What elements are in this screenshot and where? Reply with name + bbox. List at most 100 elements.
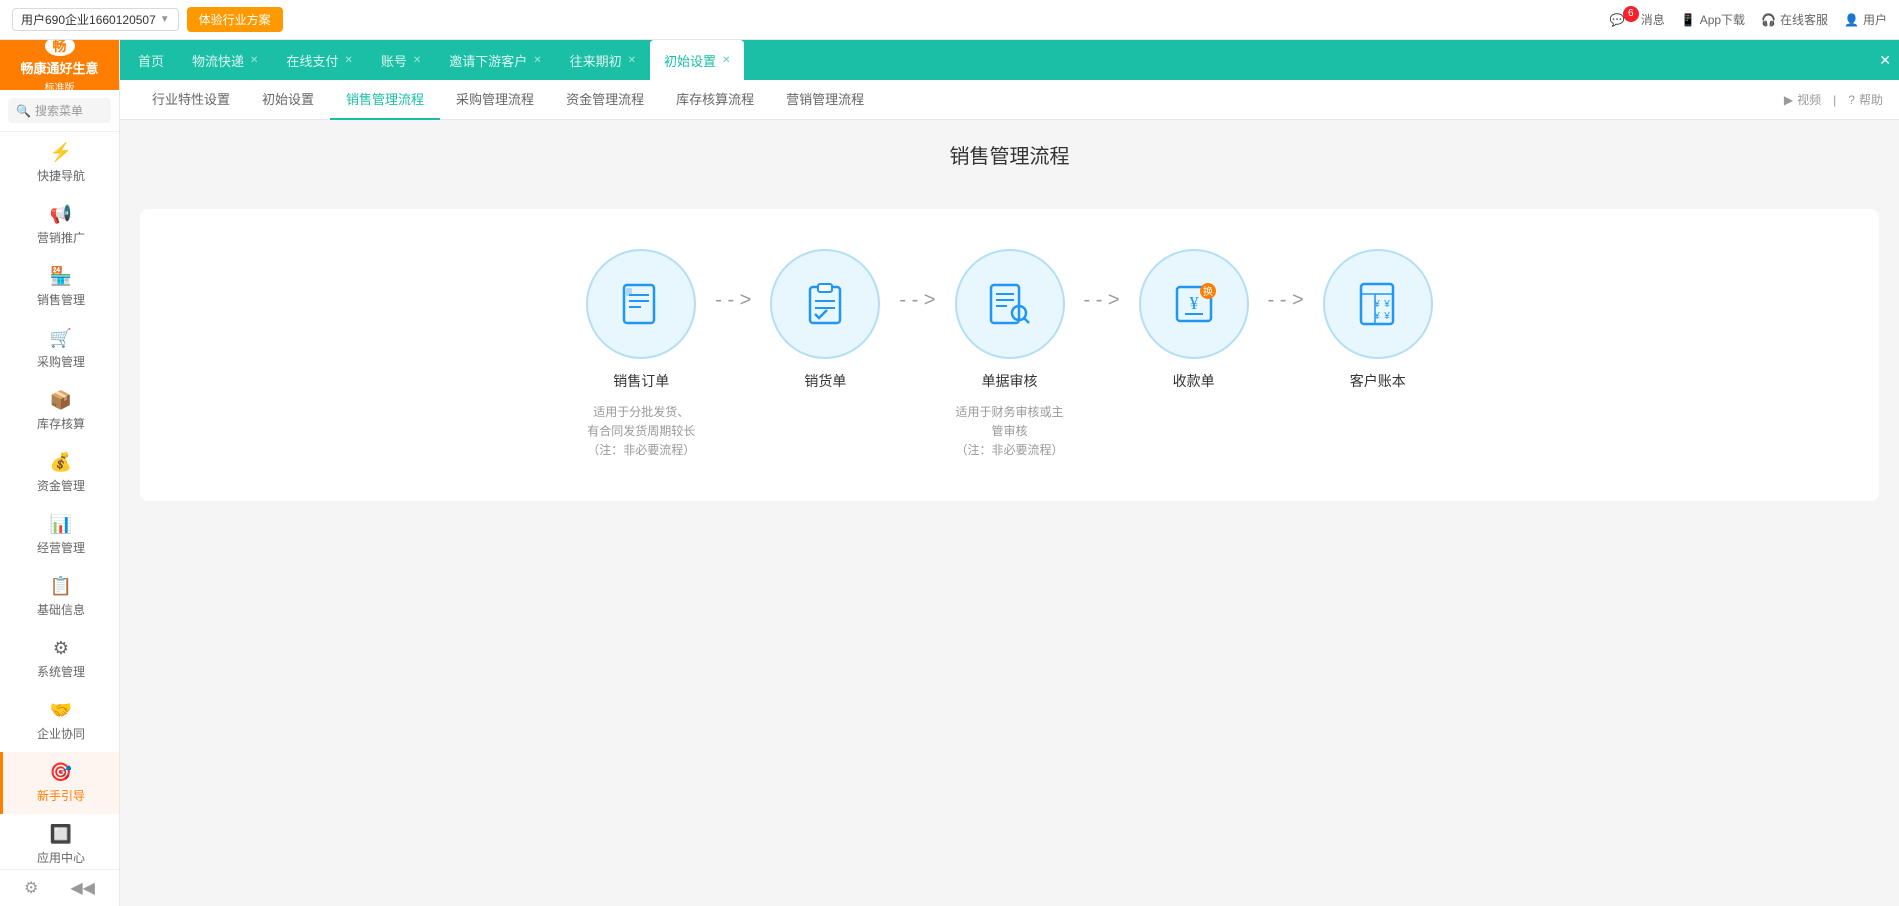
sub-tab-label: 销售管理流程: [346, 89, 424, 108]
help-icon: ?: [1848, 93, 1855, 107]
sidebar-item-sales-mgmt[interactable]: 🏪 销售管理: [0, 256, 119, 318]
sidebar-icon-ops-mgmt: 📊: [50, 514, 72, 535]
nav-tab-账号[interactable]: 账号 ✕: [367, 40, 435, 80]
app-download-item[interactable]: 📱 App下载: [1681, 11, 1745, 28]
sidebar-item-basic-info[interactable]: 📋 基础信息: [0, 566, 119, 628]
sub-tab-行业特性设置[interactable]: 行业特性设置: [136, 80, 246, 120]
user-selector[interactable]: 用户690企业1660120507 ▼: [12, 8, 179, 31]
sidebar-item-app-center[interactable]: 🔲 应用中心: [0, 814, 119, 869]
flow-circle-customer-ledger[interactable]: ¥ ¥ ¥ ¥: [1323, 249, 1433, 359]
sidebar-item-inventory[interactable]: 📦 库存核算: [0, 380, 119, 442]
nav-tab-物流快递[interactable]: 物流快递 ✕: [178, 40, 272, 80]
flow-circle-doc-review[interactable]: [955, 249, 1065, 359]
arrow-icon: - - >: [1084, 289, 1120, 312]
sidebar-item-ops-mgmt[interactable]: 📊 经营管理: [0, 504, 119, 566]
close-tab-icon[interactable]: ✕: [628, 55, 636, 66]
flow-circle-sales-order[interactable]: [586, 249, 696, 359]
help-label: 帮助: [1859, 91, 1883, 108]
search-menu-label: 搜索菜单: [35, 102, 83, 119]
sidebar-icon-marketing-promo: 📢: [50, 204, 72, 225]
sub-tab-label: 营销管理流程: [786, 89, 864, 108]
nav-tab-邀请下游客户[interactable]: 邀请下游客户✕: [435, 40, 555, 80]
close-tab-icon[interactable]: ✕: [344, 55, 352, 66]
settings-icon[interactable]: ⚙: [24, 878, 38, 898]
sidebar-label-finance-mgmt: 资金管理: [37, 477, 85, 494]
sidebar-item-finance-mgmt[interactable]: 💰 资金管理: [0, 442, 119, 504]
sub-tab-资金管理流程[interactable]: 资金管理流程: [550, 80, 660, 120]
sidebar-item-quick-nav[interactable]: ⚡ 快捷导航: [0, 132, 119, 194]
nav-tab-label: 往来期初: [570, 51, 622, 70]
main-layout: 畅 畅康通好生意 标准版 🔍 搜索菜单 ⚡ 快捷导航 📢 营销推广 🏪 销售管理…: [0, 40, 1899, 906]
divider: |: [1833, 93, 1836, 107]
app-download-label: App下载: [1700, 11, 1745, 28]
sidebar-icon-enterprise-collab: 🤝: [50, 700, 72, 721]
sub-tabs: 行业特性设置初始设置销售管理流程 采购管理流程资金管理流程库存核算流程 营销管理流程…: [120, 80, 1899, 120]
flow-item-receipt: ¥ 换 收款单: [1124, 249, 1264, 391]
sub-tab-销售管理流程[interactable]: 销售管理流程: [330, 80, 440, 120]
sidebar-items: ⚡ 快捷导航 📢 营销推广 🏪 销售管理 🛒 采购管理 📦 库存核算 💰 资金管…: [0, 132, 119, 869]
sidebar-item-new-guide[interactable]: 🎯 新手引导: [0, 752, 119, 814]
nav-tab-在线支付[interactable]: 在线支付✕: [272, 40, 366, 80]
close-tab-icon[interactable]: ✕: [722, 55, 730, 66]
sidebar-icon-sales-mgmt: 🏪: [50, 266, 72, 287]
content-area: 首页物流快递✕在线支付✕账号✕邀请下游客户✕往来期初✕初始设置✕✕ 行业特性设置…: [120, 40, 1899, 906]
close-tab-icon[interactable]: ✕: [533, 55, 541, 66]
sidebar-icon-app-center: 🔲: [50, 824, 72, 845]
sub-tab-营销管理流程[interactable]: 营销管理流程: [770, 80, 880, 120]
sidebar-logo: 畅 畅康通好生意 标准版: [0, 40, 119, 90]
close-all-tabs-button[interactable]: ✕: [1879, 52, 1891, 69]
message-label: 消息: [1641, 11, 1665, 28]
sidebar-label-ops-mgmt: 经营管理: [37, 539, 85, 556]
sidebar-label-new-guide: 新手引导: [37, 787, 85, 804]
flow-circle-sales-invoice[interactable]: [770, 249, 880, 359]
sub-tab-采购管理流程[interactable]: 采购管理流程: [440, 80, 550, 120]
nav-tab-label: 初始设置: [664, 51, 716, 70]
user-name-label: 用户: [1863, 11, 1887, 28]
topbar-right: 💬 6 消息 📱 App下载 🎧 在线客服 👤 用户: [1610, 11, 1887, 28]
close-tab-icon[interactable]: ✕: [250, 55, 258, 66]
sidebar-item-sys-mgmt[interactable]: ⚙ 系统管理: [0, 628, 119, 690]
svg-text:换: 换: [1203, 285, 1213, 298]
sub-tab-库存核算流程[interactable]: 库存核算流程: [660, 80, 770, 120]
user-profile-item[interactable]: 👤 用户: [1844, 11, 1887, 28]
collapse-icon[interactable]: ◀◀: [70, 878, 95, 898]
nav-tab-初始设置[interactable]: 初始设置 ✕: [650, 40, 744, 80]
logo-title: 畅康通好生意: [20, 58, 98, 77]
flow-arrow-3: - - >: [1268, 249, 1304, 312]
sub-tab-label: 库存核算流程: [676, 89, 754, 108]
sub-tab-label: 行业特性设置: [152, 89, 230, 108]
svg-text:¥: ¥: [1383, 299, 1390, 310]
flow-arrow-1: - - >: [899, 249, 935, 312]
sub-tab-初始设置[interactable]: 初始设置: [246, 80, 330, 120]
flow-item-sales-order: 销售订单 适用于分批发货、有合同发货周期较长（注：非必要流程）: [571, 249, 711, 461]
video-help-item[interactable]: ▶ 视频: [1784, 91, 1821, 108]
flow-item-doc-review: 单据审核 适用于财务审核或主管审核（注：非必要流程）: [940, 249, 1080, 461]
sidebar-label-marketing-promo: 营销推广: [37, 229, 85, 246]
flow-item-customer-ledger: ¥ ¥ ¥ ¥ 客户账本: [1308, 249, 1448, 391]
nav-tab-label: 物流快递: [192, 51, 244, 70]
customer-service-item[interactable]: 🎧 在线客服: [1761, 11, 1828, 28]
nav-tab-label: 账号: [381, 51, 407, 70]
nav-tab-label: 首页: [138, 51, 164, 70]
nav-tab-首页[interactable]: 首页: [124, 40, 178, 80]
sidebar-item-marketing-promo[interactable]: 📢 营销推广: [0, 194, 119, 256]
flow-label-receipt: 收款单: [1173, 371, 1215, 391]
sidebar-label-purchase-mgmt: 采购管理: [37, 353, 85, 370]
flow-circle-receipt[interactable]: ¥ 换: [1139, 249, 1249, 359]
video-label: 视频: [1797, 91, 1821, 108]
sidebar-icon-new-guide: 🎯: [50, 762, 72, 783]
message-item[interactable]: 💬 6 消息: [1610, 11, 1665, 28]
sidebar-icon-quick-nav: ⚡: [50, 142, 72, 163]
sub-tab-label: 采购管理流程: [456, 89, 534, 108]
sub-tabs-right: ▶ 视频 | ? 帮助: [1784, 91, 1883, 108]
sidebar-label-quick-nav: 快捷导航: [37, 167, 85, 184]
search-menu-button[interactable]: 🔍 搜索菜单: [8, 98, 111, 123]
close-tab-icon[interactable]: ✕: [413, 55, 421, 66]
experience-button[interactable]: 体验行业方案: [187, 7, 283, 32]
sidebar-item-purchase-mgmt[interactable]: 🛒 采购管理: [0, 318, 119, 380]
sidebar-item-enterprise-collab[interactable]: 🤝 企业协同: [0, 690, 119, 752]
svg-text:¥: ¥: [1373, 311, 1380, 322]
user-selector-text: 用户690企业1660120507: [21, 11, 156, 28]
help-item[interactable]: ? 帮助: [1848, 91, 1883, 108]
nav-tab-往来期初[interactable]: 往来期初 ✕: [556, 40, 650, 80]
